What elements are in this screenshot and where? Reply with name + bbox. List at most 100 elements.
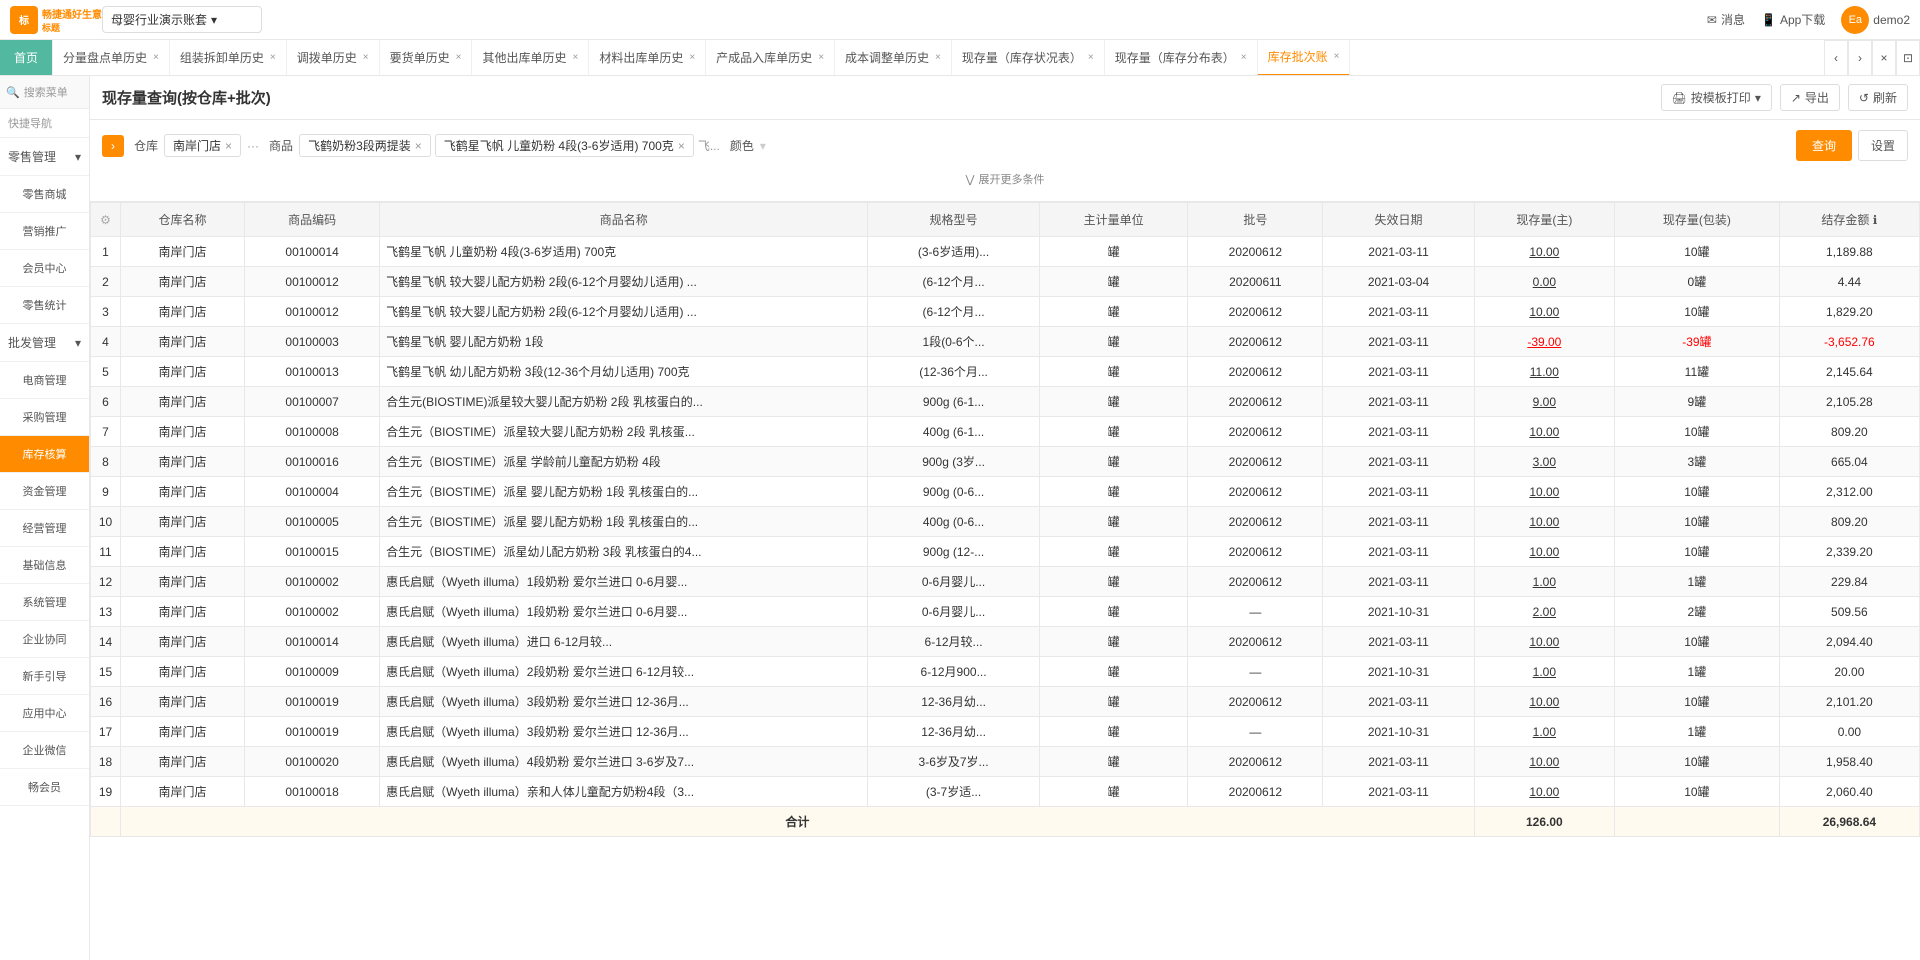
footer-balance-total: 26,968.64	[1779, 807, 1919, 837]
cell-unit: 罐	[1039, 687, 1188, 717]
cell-stock-main[interactable]: 11.00	[1474, 357, 1614, 387]
tab-mix-close[interactable]: ×	[363, 52, 369, 63]
sidebar-item-ecommerce[interactable]: 电商管理	[0, 362, 89, 399]
tab-stock-status[interactable]: 现存量（库存状况表） ×	[952, 40, 1105, 76]
col-code: 商品编码	[245, 203, 380, 237]
tab-material-out-close[interactable]: ×	[689, 52, 695, 63]
cell-stock-main[interactable]: 10.00	[1474, 507, 1614, 537]
tab-require[interactable]: 要货单历史 ×	[380, 40, 473, 76]
tab-close-all[interactable]: ×	[1872, 40, 1896, 76]
tab-batch-account-close[interactable]: ×	[1334, 51, 1340, 62]
tab-stock-dist[interactable]: 现存量（库存分布表） ×	[1105, 40, 1258, 76]
logo-sub: 标题	[42, 21, 102, 34]
tab-stock-dist-close[interactable]: ×	[1241, 52, 1247, 63]
cell-stock-main[interactable]: 10.00	[1474, 687, 1614, 717]
user-action[interactable]: Ea demo2	[1841, 6, 1910, 34]
cell-stock-main[interactable]: 2.00	[1474, 597, 1614, 627]
cell-stock-main[interactable]: 10.00	[1474, 297, 1614, 327]
tab-disassemble[interactable]: 组装拆卸单历史 ×	[170, 40, 287, 76]
message-action[interactable]: ✉ 消息	[1707, 11, 1745, 28]
sidebar-item-base-info[interactable]: 基础信息	[0, 547, 89, 584]
warehouse-dots[interactable]: ···	[247, 139, 259, 153]
cell-stock-main[interactable]: 10.00	[1474, 477, 1614, 507]
sidebar-item-app-center[interactable]: 应用中心	[0, 695, 89, 732]
tab-mix[interactable]: 调拨单历史 ×	[287, 40, 380, 76]
product-tag-2-remove[interactable]: ×	[678, 139, 685, 153]
sidebar-item-purchase[interactable]: 采购管理	[0, 399, 89, 436]
warehouse-tag[interactable]: 南岸门店 ×	[164, 134, 241, 157]
table-header: ⚙ 仓库名称 商品编码 商品名称 规格型号 主计量单位 批号 失效日期 现存量(…	[91, 203, 1920, 237]
tab-split-disc-close[interactable]: ×	[153, 52, 159, 63]
tab-split-disc[interactable]: 分量盘点单历史 ×	[53, 40, 170, 76]
sidebar-item-sys[interactable]: 系统管理	[0, 584, 89, 621]
nav-tabs: 首页 分量盘点单历史 × 组装拆卸单历史 × 调拨单历史 × 要货单历史 × 其…	[0, 40, 1920, 76]
tab-require-close[interactable]: ×	[456, 52, 462, 63]
product-tag-1-remove[interactable]: ×	[415, 139, 422, 153]
sidebar-item-member[interactable]: 畅会员	[0, 769, 89, 806]
cell-stock-main[interactable]: 10.00	[1474, 537, 1614, 567]
cell-stock-main[interactable]: 1.00	[1474, 567, 1614, 597]
tab-next-arrow[interactable]: ›	[1848, 40, 1872, 76]
cell-stock-main[interactable]: 9.00	[1474, 387, 1614, 417]
query-button[interactable]: 查询	[1796, 130, 1852, 161]
app-download-action[interactable]: 📱 App下载	[1761, 11, 1825, 28]
cell-spec: (3-6岁适用)...	[868, 237, 1040, 267]
account-selector[interactable]: 母婴行业演示账套 ▾	[102, 6, 262, 33]
settings-button[interactable]: 设置	[1858, 130, 1908, 161]
product-tag-1-label: 飞鹤奶粉3段两提装	[308, 137, 411, 154]
tab-cost-adjust[interactable]: 成本调整单历史 ×	[835, 40, 952, 76]
template-print-button[interactable]: 🖨 按模板打印 ▾	[1661, 84, 1772, 111]
sidebar-item-marketing[interactable]: 营销推广	[0, 213, 89, 250]
filter-expand-arrow[interactable]: ›	[102, 135, 124, 157]
sidebar-item-retail-mall[interactable]: 零售商城	[0, 176, 89, 213]
cell-stock-main[interactable]: 3.00	[1474, 447, 1614, 477]
sidebar-item-stock-check[interactable]: 库存核算	[0, 436, 89, 473]
cell-stock-main[interactable]: 1.00	[1474, 657, 1614, 687]
cell-stock-main[interactable]: -39.00	[1474, 327, 1614, 357]
cell-name: 惠氏启赋（Wyeth illuma）2段奶粉 爱尔兰进口 6-12月较...	[380, 657, 868, 687]
tab-product-in-label: 产成品入库单历史	[716, 49, 812, 66]
sidebar-app-center-label: 应用中心	[23, 705, 67, 721]
export-button[interactable]: ↗ 导出	[1780, 84, 1840, 111]
cell-stock-main[interactable]: 1.00	[1474, 717, 1614, 747]
expand-more-conditions[interactable]: ⋁ 展开更多条件	[961, 167, 1048, 191]
col-settings[interactable]: ⚙	[91, 203, 121, 237]
tab-product-in[interactable]: 产成品入库单历史 ×	[706, 40, 835, 76]
product-tag-1[interactable]: 飞鹤奶粉3段两提装 ×	[299, 134, 431, 157]
cell-stock-main[interactable]: 10.00	[1474, 627, 1614, 657]
refresh-button[interactable]: ↺ 刷新	[1848, 84, 1908, 111]
product-tag-2[interactable]: 飞鹤星飞帆 儿童奶粉 4段(3-6岁适用) 700克 ×	[435, 134, 694, 157]
sidebar-item-ops[interactable]: 经营管理	[0, 510, 89, 547]
tab-product-in-close[interactable]: ×	[818, 52, 824, 63]
cell-name: 合生元（BIOSTIME）派星 婴儿配方奶粉 1段 乳核蛋白的...	[380, 507, 868, 537]
cell-stock-main[interactable]: 10.00	[1474, 747, 1614, 777]
sidebar-item-wholesale-mgmt[interactable]: 批发管理 ▾	[0, 324, 89, 362]
tab-cost-adjust-close[interactable]: ×	[935, 52, 941, 63]
sidebar-item-member-center[interactable]: 会员中心	[0, 250, 89, 287]
sidebar-item-guide[interactable]: 新手引导	[0, 658, 89, 695]
cell-stock-main[interactable]: 0.00	[1474, 267, 1614, 297]
sidebar-item-collab[interactable]: 企业协同	[0, 621, 89, 658]
tab-batch-account[interactable]: 库存批次账 ×	[1258, 40, 1351, 76]
cell-stock-main[interactable]: 10.00	[1474, 417, 1614, 447]
tab-material-out[interactable]: 材料出库单历史 ×	[589, 40, 706, 76]
sidebar-search[interactable]: 🔍 搜索菜单	[0, 76, 89, 109]
cell-stock-main[interactable]: 10.00	[1474, 777, 1614, 807]
warehouse-remove[interactable]: ×	[225, 139, 232, 153]
tab-stock-status-close[interactable]: ×	[1088, 52, 1094, 63]
sidebar-item-retail-mgmt[interactable]: 零售管理 ▾	[0, 138, 89, 176]
sidebar-item-corp-wechat[interactable]: 企业微信	[0, 732, 89, 769]
tab-home[interactable]: 首页	[0, 40, 53, 76]
tab-disassemble-close[interactable]: ×	[270, 52, 276, 63]
tab-prev-arrow[interactable]: ‹	[1824, 40, 1848, 76]
tab-other-out[interactable]: 其他出库单历史 ×	[472, 40, 589, 76]
cell-stock-main[interactable]: 10.00	[1474, 237, 1614, 267]
tab-other-out-close[interactable]: ×	[572, 52, 578, 63]
tab-stock-dist-label: 现存量（库存分布表）	[1115, 49, 1235, 66]
template-arrow: ▾	[1755, 91, 1761, 105]
product-dots[interactable]: 飞...	[698, 137, 720, 154]
tab-require-label: 要货单历史	[390, 49, 450, 66]
tab-maximize[interactable]: ⊡	[1896, 40, 1920, 76]
sidebar-item-retail-stats[interactable]: 零售统计	[0, 287, 89, 324]
sidebar-item-finance[interactable]: 资金管理	[0, 473, 89, 510]
